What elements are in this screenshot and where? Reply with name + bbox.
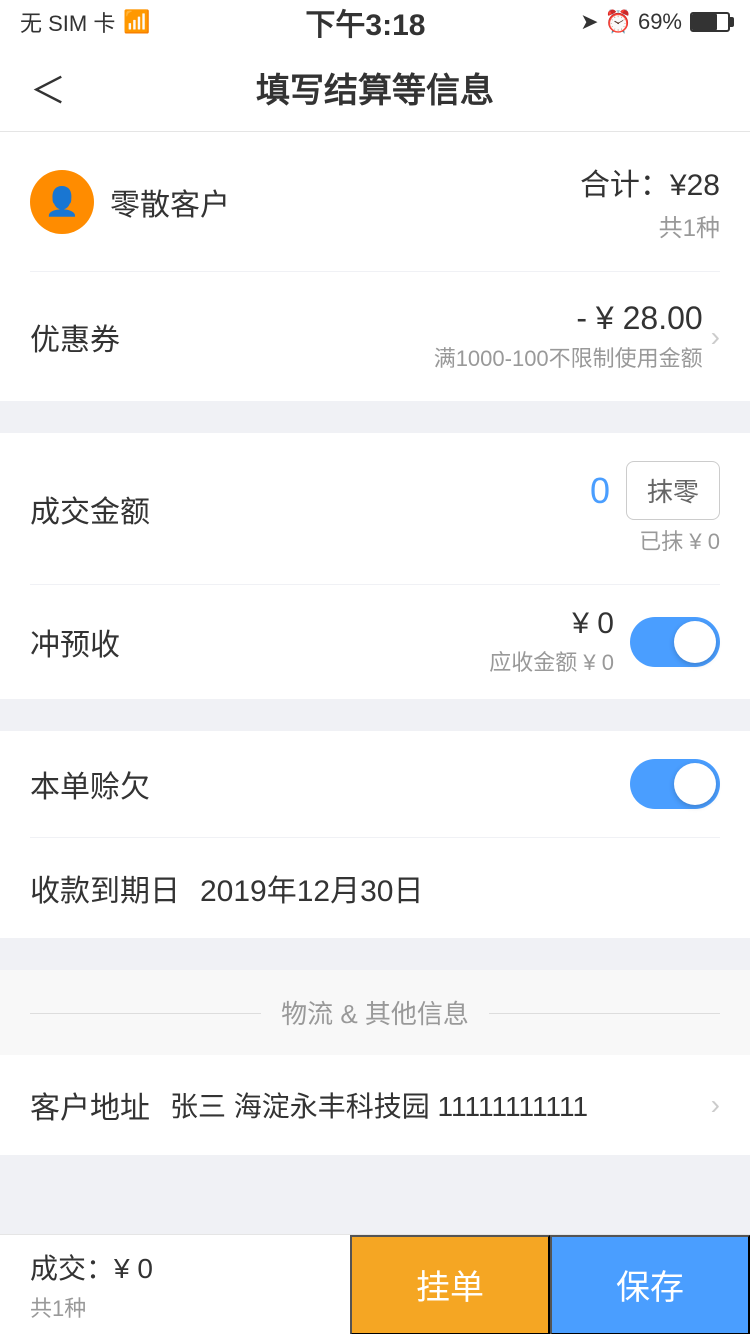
address-chevron-icon: › — [711, 1089, 720, 1121]
back-button[interactable]: ＜ — [30, 62, 66, 114]
deal-amount-card: 成交金额 0 抹零 已抹 ¥ 0 冲预收 ¥ 0 应收金额 ¥ 0 — [0, 433, 750, 699]
bottom-bar: 成交：¥ 0 共1种 挂单 保存 — [0, 1234, 750, 1334]
section-sep-2 — [0, 715, 750, 731]
location-icon: ➤ — [580, 9, 598, 35]
debt-label: 本单赊欠 — [30, 762, 150, 806]
coupon-desc: 满1000-100不限制使用金额 — [434, 341, 703, 373]
coupon-row[interactable]: 优惠券 - ¥ 28.00 满1000-100不限制使用金额 › — [0, 272, 750, 401]
deal-amount-input[interactable]: 0 — [570, 470, 610, 512]
bottom-deal-row: 成交：¥ 0 — [30, 1247, 320, 1287]
total-count: 共1种 — [580, 208, 720, 243]
deal-amount-label: 成交金额 — [30, 487, 150, 531]
logistics-section: 物流 & 其他信息 — [0, 970, 750, 1055]
round-zero-button[interactable]: 抹零 — [626, 461, 720, 520]
logistics-header: 物流 & 其他信息 — [0, 970, 750, 1055]
page-title: 填写结算等信息 — [256, 63, 494, 112]
section-sep-1 — [0, 417, 750, 433]
advance-sub-text: 应收金额 ¥ 0 — [489, 645, 614, 677]
advance-toggle[interactable] — [630, 617, 720, 667]
debt-toggle-knob — [674, 763, 716, 805]
section-sep-3 — [0, 954, 750, 970]
address-label: 客户地址 — [30, 1083, 150, 1127]
sim-label: 无 SIM 卡 — [20, 6, 115, 38]
customer-row: 👤 零散客户 合计：¥28 共1种 — [0, 132, 750, 271]
hang-button[interactable]: 挂单 — [350, 1235, 550, 1334]
debt-row: 本单赊欠 — [0, 731, 750, 837]
bottom-count: 共1种 — [30, 1291, 320, 1323]
address-card: 客户地址 张三 海淀永丰科技园 11111111111 › — [0, 1055, 750, 1155]
battery-icon — [690, 12, 730, 32]
bottom-deal-label: 成交： — [30, 1253, 114, 1284]
coupon-amount: - ¥ 28.00 满1000-100不限制使用金额 — [434, 300, 703, 373]
total-amount: 合计：¥28 — [580, 160, 720, 204]
advance-right: ¥ 0 应收金额 ¥ 0 — [489, 607, 720, 677]
customer-left: 👤 零散客户 — [30, 170, 230, 234]
status-left: 无 SIM 卡 📶 — [20, 6, 151, 38]
advance-label: 冲预收 — [30, 620, 120, 664]
status-bar: 无 SIM 卡 📶 下午3:18 ➤ ⏰ 69% — [0, 0, 750, 44]
logistics-title: 物流 & 其他信息 — [261, 994, 489, 1031]
wifi-icon: 📶 — [123, 9, 150, 35]
deal-amount-right: 0 抹零 已抹 ¥ 0 — [570, 461, 720, 556]
deal-amount-row: 成交金额 0 抹零 已抹 ¥ 0 — [0, 433, 750, 584]
battery-percent: 69% — [638, 9, 682, 35]
avatar: 👤 — [30, 170, 94, 234]
debt-toggle[interactable] — [630, 759, 720, 809]
advance-toggle-knob — [674, 621, 716, 663]
coupon-right: - ¥ 28.00 满1000-100不限制使用金额 › — [434, 300, 720, 373]
customer-name: 零散客户 — [110, 180, 230, 224]
chevron-right-icon: › — [711, 321, 720, 353]
bottom-deal-amount: ¥ 0 — [114, 1253, 153, 1284]
content: 👤 零散客户 合计：¥28 共1种 优惠券 - ¥ 28.00 满1000-10… — [0, 132, 750, 1291]
due-date-row: 收款到期日 2019年12月30日 — [0, 838, 750, 938]
advance-main-amount: ¥ 0 — [489, 607, 614, 641]
due-date-value[interactable]: 2019年12月30日 — [200, 866, 423, 910]
debt-card: 本单赊欠 收款到期日 2019年12月30日 — [0, 731, 750, 938]
advance-amounts: ¥ 0 应收金额 ¥ 0 — [489, 607, 614, 677]
customer-card: 👤 零散客户 合计：¥28 共1种 优惠券 - ¥ 28.00 满1000-10… — [0, 132, 750, 401]
due-date-label: 收款到期日 — [30, 866, 180, 910]
coupon-value: - ¥ 28.00 — [434, 300, 703, 337]
avatar-icon: 👤 — [45, 185, 80, 218]
address-value: 张三 海淀永丰科技园 11111111111 — [170, 1085, 711, 1125]
nav-bar: ＜ 填写结算等信息 — [0, 44, 750, 132]
customer-right: 合计：¥28 共1种 — [580, 160, 720, 243]
status-right: ➤ ⏰ 69% — [580, 9, 730, 35]
bottom-summary: 成交：¥ 0 共1种 — [0, 1247, 350, 1323]
alarm-icon: ⏰ — [605, 9, 632, 35]
advance-row: 冲预收 ¥ 0 应收金额 ¥ 0 — [0, 585, 750, 699]
deal-amount-sub: 已抹 ¥ 0 — [639, 524, 720, 556]
coupon-label: 优惠券 — [30, 315, 120, 359]
deal-amount-input-row: 0 抹零 — [570, 461, 720, 520]
status-time: 下午3:18 — [305, 0, 425, 44]
save-button[interactable]: 保存 — [550, 1235, 750, 1334]
address-row[interactable]: 客户地址 张三 海淀永丰科技园 11111111111 › — [0, 1055, 750, 1155]
